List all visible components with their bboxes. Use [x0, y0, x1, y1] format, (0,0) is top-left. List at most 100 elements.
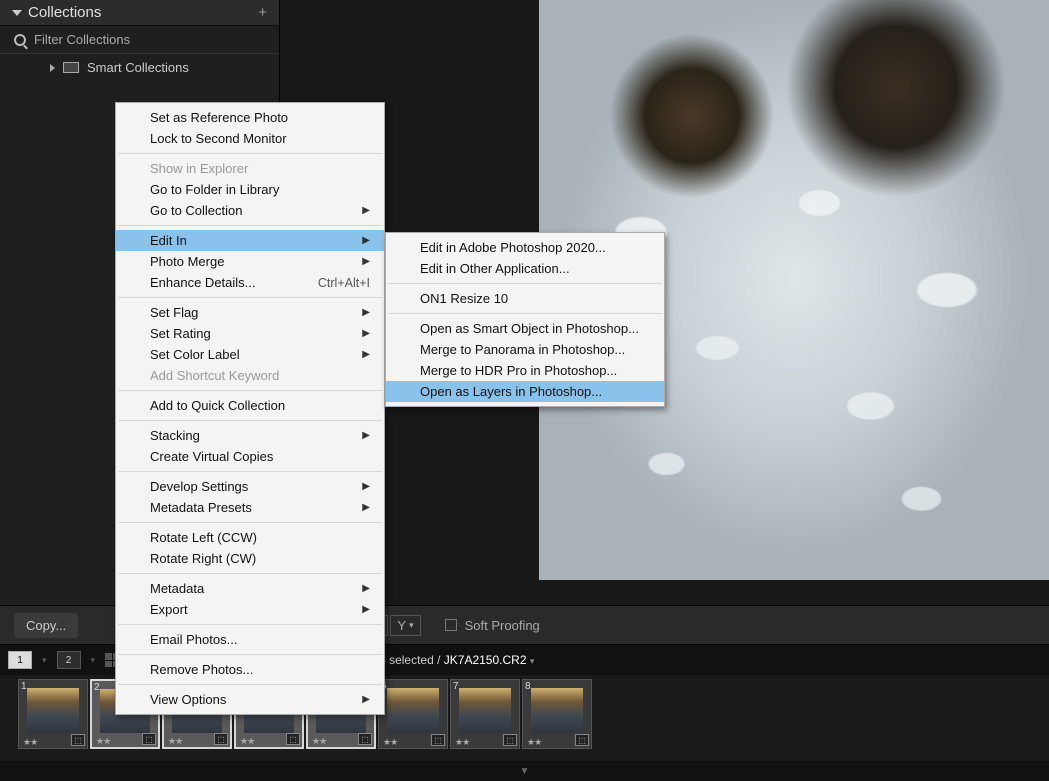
thumb-index: 1: [21, 681, 27, 692]
menu-item[interactable]: Rotate Right (CW): [116, 548, 384, 569]
monitor-2-button[interactable]: 2: [57, 651, 81, 669]
menu-item[interactable]: Edit In▶: [116, 230, 384, 251]
menu-item-label: Go to Folder in Library: [150, 182, 279, 197]
menu-item[interactable]: Go to Collection▶: [116, 200, 384, 221]
checkbox-icon: [445, 619, 457, 631]
chevron-right-icon: ▶: [362, 256, 370, 267]
filter-collections-row[interactable]: Filter Collections: [0, 26, 279, 54]
menu-item[interactable]: Metadata Presets▶: [116, 497, 384, 518]
menu-item[interactable]: Remove Photos...: [116, 659, 384, 680]
separator: [118, 624, 382, 625]
menu-item[interactable]: Email Photos...: [116, 629, 384, 650]
menu-item[interactable]: Set as Reference Photo: [116, 107, 384, 128]
develop-badge-icon: ⬚: [286, 733, 300, 745]
menu-item[interactable]: Add to Quick Collection: [116, 395, 384, 416]
thumb-index: 2: [94, 682, 100, 693]
chevron-down-icon: [12, 10, 22, 16]
menu-item-label: Open as Smart Object in Photoshop...: [420, 321, 639, 336]
menu-item-label: Photo Merge: [150, 254, 224, 269]
bottom-bar[interactable]: ▼: [0, 761, 1049, 781]
develop-badge-icon: ⬚: [214, 733, 228, 745]
develop-badge-icon: ⬚: [503, 734, 517, 746]
filmstrip-thumb[interactable]: 6⬚★★: [378, 679, 448, 749]
menu-item[interactable]: Set Flag▶: [116, 302, 384, 323]
menu-item[interactable]: Go to Folder in Library: [116, 179, 384, 200]
develop-badge-icon: ⬚: [431, 734, 445, 746]
menu-item-shortcut: Ctrl+Alt+I: [318, 276, 370, 290]
menu-item-label: ON1 Resize 10: [420, 291, 508, 306]
collections-panel-header[interactable]: Collections +: [0, 0, 279, 26]
rating-stars: ★★: [383, 737, 397, 748]
chevron-down-icon: ▾: [409, 620, 414, 631]
menu-item[interactable]: View Options▶: [116, 689, 384, 710]
collections-title: Collections: [28, 4, 101, 21]
menu-item[interactable]: Rotate Left (CCW): [116, 527, 384, 548]
menu-item[interactable]: Stacking ▶: [116, 425, 384, 446]
selection-count: 4 selected /: [379, 653, 440, 667]
menu-item-label: Enhance Details...: [150, 275, 256, 290]
filmstrip-path[interactable]: 4 selected / JK7A2150.CR2 ▾: [379, 653, 534, 667]
menu-item-label: Show in Explorer: [150, 161, 248, 176]
menu-item[interactable]: Set Rating ▶: [116, 323, 384, 344]
menu-item-label: Open as Layers in Photoshop...: [420, 384, 602, 399]
separator: [118, 684, 382, 685]
filter-collections-label: Filter Collections: [34, 32, 130, 47]
filmstrip-thumb[interactable]: 8⬚★★: [522, 679, 592, 749]
menu-item-label: Export: [150, 602, 188, 617]
develop-badge-icon: ⬚: [71, 734, 85, 746]
menu-item[interactable]: Photo Merge ▶: [116, 251, 384, 272]
menu-item[interactable]: Edit in Adobe Photoshop 2020...: [386, 237, 664, 258]
menu-item-label: Develop Settings: [150, 479, 248, 494]
chevron-right-icon: ▶: [362, 583, 370, 594]
menu-item: Show in Explorer: [116, 158, 384, 179]
menu-item[interactable]: Export▶: [116, 599, 384, 620]
separator: [118, 297, 382, 298]
thumb-image: [531, 688, 583, 734]
menu-item[interactable]: ON1 Resize 10: [386, 288, 664, 309]
menu-item[interactable]: Lock to Second Monitor: [116, 128, 384, 149]
chevron-right-icon: ▶: [362, 307, 370, 318]
menu-item-label: Stacking: [150, 428, 200, 443]
add-collection-icon[interactable]: +: [258, 4, 267, 21]
separator: [118, 471, 382, 472]
separator: [118, 390, 382, 391]
smart-collections-row[interactable]: Smart Collections: [0, 54, 279, 81]
compare-mode-b[interactable]: Y ▾: [390, 615, 420, 636]
menu-item[interactable]: Develop Settings▶: [116, 476, 384, 497]
folder-icon: [63, 62, 79, 73]
chevron-right-icon: ▶: [362, 430, 370, 441]
rating-stars: ★★: [312, 736, 326, 747]
context-menu: Set as Reference Photo Lock to Second Mon…: [115, 102, 385, 715]
smart-collections-label: Smart Collections: [87, 60, 189, 75]
search-icon: [14, 34, 26, 46]
menu-item[interactable]: Open as Smart Object in Photoshop...: [386, 318, 664, 339]
menu-item[interactable]: Set Color Label▶: [116, 344, 384, 365]
separator: [118, 225, 382, 226]
menu-item[interactable]: Enhance Details... Ctrl+Alt+I: [116, 272, 384, 293]
edit-in-submenu: Edit in Adobe Photoshop 2020...Edit in O…: [385, 232, 665, 407]
menu-item-label: Merge to Panorama in Photoshop...: [420, 342, 625, 357]
filmstrip-thumb[interactable]: 7⬚★★: [450, 679, 520, 749]
menu-item[interactable]: Create Virtual Copies: [116, 446, 384, 467]
menu-item[interactable]: Open as Layers in Photoshop...: [386, 381, 664, 402]
rating-stars: ★★: [455, 737, 469, 748]
chevron-right-icon: ▶: [362, 328, 370, 339]
chevron-right-icon: ▶: [362, 694, 370, 705]
rating-stars: ★★: [527, 737, 541, 748]
separator: [118, 654, 382, 655]
menu-item-label: Remove Photos...: [150, 662, 253, 677]
chevron-down-icon: ▾: [530, 656, 535, 666]
chevron-right-icon: ▶: [362, 235, 370, 246]
rating-stars: ★★: [168, 736, 182, 747]
menu-item[interactable]: Metadata▶: [116, 578, 384, 599]
menu-item-label: Set as Reference Photo: [150, 110, 288, 125]
chevron-right-icon: ▶: [362, 349, 370, 360]
menu-item-label: Set Rating: [150, 326, 211, 341]
soft-proofing-toggle[interactable]: Soft Proofing: [445, 618, 540, 633]
menu-item[interactable]: Merge to Panorama in Photoshop...: [386, 339, 664, 360]
menu-item[interactable]: Merge to HDR Pro in Photoshop...: [386, 360, 664, 381]
menu-item[interactable]: Edit in Other Application...: [386, 258, 664, 279]
copy-button[interactable]: Copy...: [14, 613, 78, 638]
filmstrip-thumb[interactable]: 1⬚★★: [18, 679, 88, 749]
monitor-1-button[interactable]: 1: [8, 651, 32, 669]
